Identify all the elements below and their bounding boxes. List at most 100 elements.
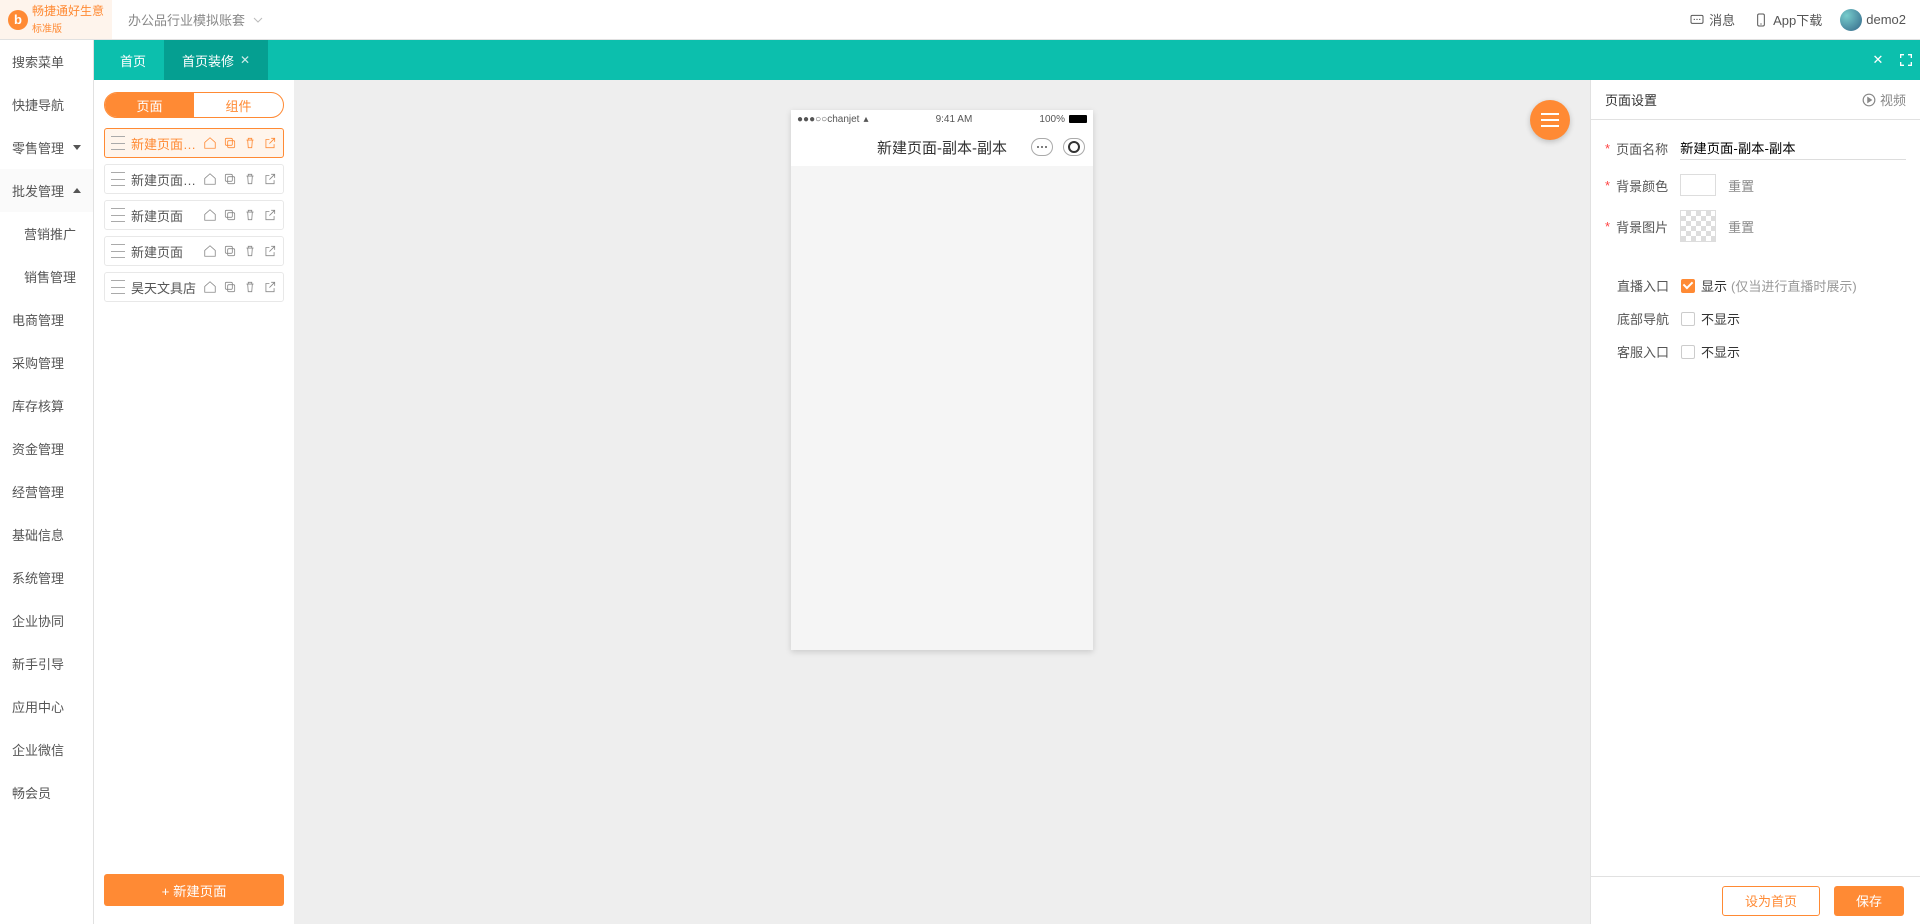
miniapp-close-icon[interactable]: [1063, 138, 1085, 156]
user-menu[interactable]: demo2: [1840, 9, 1906, 31]
nav-funds[interactable]: 资金管理: [0, 427, 93, 470]
left-nav: 搜索菜单 快捷导航 零售管理 批发管理 营销推广 销售管理 电商管理 采购管理 …: [0, 40, 94, 924]
avatar: [1840, 9, 1862, 31]
video-help-button[interactable]: 视频: [1862, 90, 1906, 109]
close-icon[interactable]: ✕: [240, 53, 250, 67]
set-home-button[interactable]: 设为首页: [1722, 886, 1820, 916]
delete-icon[interactable]: [243, 208, 257, 222]
bottom-nav-checkbox[interactable]: [1681, 312, 1695, 326]
battery-icon: [1069, 115, 1087, 123]
live-entry-note: (仅当进行直播时展示): [1731, 276, 1857, 295]
nav-purchase[interactable]: 采购管理: [0, 341, 93, 384]
delete-icon[interactable]: [243, 244, 257, 258]
nav-retail[interactable]: 零售管理: [0, 126, 93, 169]
home-icon[interactable]: [203, 244, 217, 258]
drag-handle-icon[interactable]: [111, 136, 125, 150]
share-icon[interactable]: [263, 244, 277, 258]
home-icon[interactable]: [203, 172, 217, 186]
copy-icon[interactable]: [223, 280, 237, 294]
nav-wechatwork[interactable]: 企业微信: [0, 728, 93, 771]
chevron-up-icon: [73, 188, 81, 193]
miniapp-menu-icon[interactable]: [1031, 138, 1053, 156]
messages-button[interactable]: 消息: [1689, 10, 1735, 29]
bg-color-swatch[interactable]: [1680, 174, 1716, 196]
canvas-menu-button[interactable]: [1530, 100, 1570, 140]
nav-guide[interactable]: 新手引导: [0, 642, 93, 685]
nav-basic[interactable]: 基础信息: [0, 513, 93, 556]
app-download-button[interactable]: App下载: [1753, 10, 1822, 29]
phone-battery: 100%: [1039, 114, 1065, 125]
nav-system[interactable]: 系统管理: [0, 556, 93, 599]
share-icon[interactable]: [263, 208, 277, 222]
new-page-button[interactable]: + 新建页面: [104, 874, 284, 906]
logo-icon: b: [8, 10, 28, 30]
phone-title-text: 新建页面-副本-副本: [877, 137, 1007, 158]
bg-image-reset[interactable]: 重置: [1728, 217, 1754, 236]
copy-icon[interactable]: [223, 172, 237, 186]
copy-icon[interactable]: [223, 208, 237, 222]
copy-icon[interactable]: [223, 136, 237, 150]
tabbar-close-button[interactable]: ✕: [1864, 46, 1892, 74]
settings-header: 页面设置 视频: [1591, 80, 1920, 120]
copy-icon[interactable]: [223, 244, 237, 258]
pages-segment: 页面 组件: [104, 92, 284, 118]
phone-icon: [1753, 12, 1769, 28]
home-icon[interactable]: [203, 280, 217, 294]
tab-home[interactable]: 首页: [102, 40, 164, 80]
nav-quick[interactable]: 快捷导航: [0, 83, 93, 126]
page-row[interactable]: 昊天文具店: [104, 272, 284, 302]
phone-preview[interactable]: ●●●○○ chanjet ▴ 9:41 AM 100% 新建页面-副本-副本: [791, 110, 1093, 650]
required-icon: *: [1605, 141, 1610, 156]
page-name-input[interactable]: [1680, 136, 1906, 160]
share-icon[interactable]: [263, 136, 277, 150]
bg-color-label: 背景颜色: [1616, 176, 1680, 195]
page-name-label: 页面名称: [1616, 139, 1680, 158]
nav-operations[interactable]: 经营管理: [0, 470, 93, 513]
account-set-selector[interactable]: 办公品行业模拟账套: [128, 10, 263, 29]
chevron-down-icon: [73, 145, 81, 150]
message-icon: [1689, 12, 1705, 28]
drag-handle-icon[interactable]: [111, 208, 125, 222]
page-row-name: 新建页面-副本: [131, 170, 197, 189]
nav-marketing[interactable]: 营销推广: [0, 212, 93, 255]
canvas[interactable]: ●●●○○ chanjet ▴ 9:41 AM 100% 新建页面-副本-副本: [294, 80, 1590, 924]
delete-icon[interactable]: [243, 172, 257, 186]
service-entry-checkbox[interactable]: [1681, 345, 1695, 359]
fullscreen-icon: [1898, 52, 1914, 68]
nav-collab[interactable]: 企业协同: [0, 599, 93, 642]
phone-time: 9:41 AM: [868, 114, 1039, 125]
page-row[interactable]: 新建页面-副本-...: [104, 128, 284, 158]
live-entry-checkbox[interactable]: [1681, 279, 1695, 293]
tab-page-decoration[interactable]: 首页装修 ✕: [164, 40, 268, 80]
save-button[interactable]: 保存: [1834, 886, 1904, 916]
page-row-name: 新建页面-副本-...: [131, 134, 197, 153]
bg-color-reset[interactable]: 重置: [1728, 176, 1754, 195]
drag-handle-icon[interactable]: [111, 280, 125, 294]
page-row[interactable]: 新建页面: [104, 236, 284, 266]
nav-apps[interactable]: 应用中心: [0, 685, 93, 728]
tabbar-fullscreen-button[interactable]: [1892, 46, 1920, 74]
chevron-down-icon: [253, 15, 263, 25]
bg-image-swatch[interactable]: [1680, 210, 1716, 242]
nav-member[interactable]: 畅会员: [0, 771, 93, 814]
nav-inventory[interactable]: 库存核算: [0, 384, 93, 427]
delete-icon[interactable]: [243, 280, 257, 294]
nav-ecommerce[interactable]: 电商管理: [0, 298, 93, 341]
home-icon[interactable]: [203, 136, 217, 150]
segment-component[interactable]: 组件: [194, 93, 283, 117]
page-row[interactable]: 新建页面-副本: [104, 164, 284, 194]
service-entry-row: 客服入口 不显示: [1605, 342, 1906, 361]
share-icon[interactable]: [263, 280, 277, 294]
drag-handle-icon[interactable]: [111, 172, 125, 186]
nav-search[interactable]: 搜索菜单: [0, 40, 93, 83]
bg-image-row: * 背景图片 重置: [1605, 210, 1906, 242]
nav-sales[interactable]: 销售管理: [0, 255, 93, 298]
nav-wholesale[interactable]: 批发管理: [0, 169, 93, 212]
drag-handle-icon[interactable]: [111, 244, 125, 258]
home-icon[interactable]: [203, 208, 217, 222]
delete-icon[interactable]: [243, 136, 257, 150]
page-row[interactable]: 新建页面: [104, 200, 284, 230]
segment-page[interactable]: 页面: [105, 93, 194, 117]
brand-block[interactable]: b 畅捷通好生意 标准版: [0, 0, 112, 39]
share-icon[interactable]: [263, 172, 277, 186]
